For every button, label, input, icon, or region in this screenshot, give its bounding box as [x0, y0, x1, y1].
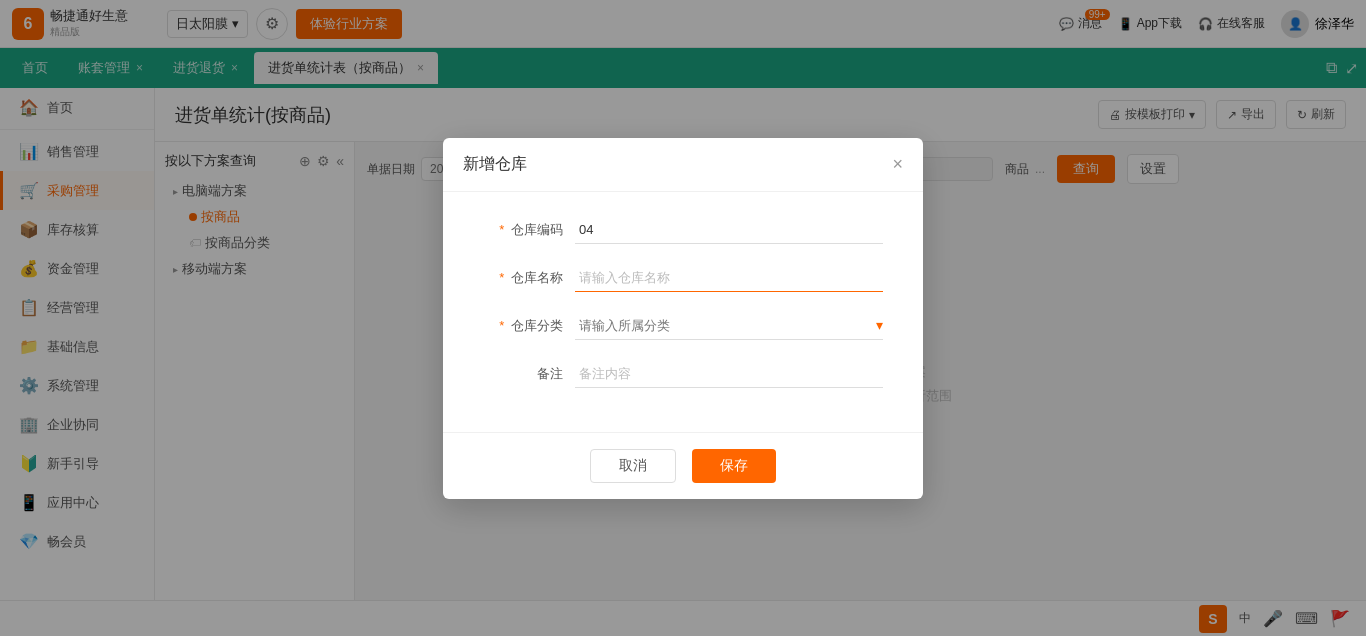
name-input[interactable]: [575, 264, 883, 292]
form-row-category: * 仓库分类 ▾: [483, 312, 883, 340]
category-input[interactable]: [575, 312, 876, 339]
name-label: * 仓库名称: [483, 269, 563, 287]
category-dropdown-icon[interactable]: ▾: [876, 317, 883, 333]
code-input[interactable]: [575, 216, 883, 244]
category-label: * 仓库分类: [483, 317, 563, 335]
modal-footer: 取消 保存: [443, 432, 923, 499]
form-row-note: 备注: [483, 360, 883, 388]
category-select-wrapper: ▾: [575, 312, 883, 340]
code-label: * 仓库编码: [483, 221, 563, 239]
modal-body: * 仓库编码 * 仓库名称 * 仓库分类: [443, 192, 923, 432]
modal-header: 新增仓库 ×: [443, 138, 923, 192]
form-row-code: * 仓库编码: [483, 216, 883, 244]
save-button[interactable]: 保存: [692, 449, 776, 483]
note-input[interactable]: [575, 360, 883, 388]
note-label: 备注: [483, 365, 563, 383]
cancel-button[interactable]: 取消: [590, 449, 676, 483]
modal-title: 新增仓库: [463, 154, 527, 175]
form-row-name: * 仓库名称: [483, 264, 883, 292]
add-warehouse-modal: 新增仓库 × * 仓库编码 * 仓库名称: [443, 138, 923, 499]
modal-overlay[interactable]: 新增仓库 × * 仓库编码 * 仓库名称: [0, 0, 1366, 636]
modal-close-button[interactable]: ×: [892, 154, 903, 175]
